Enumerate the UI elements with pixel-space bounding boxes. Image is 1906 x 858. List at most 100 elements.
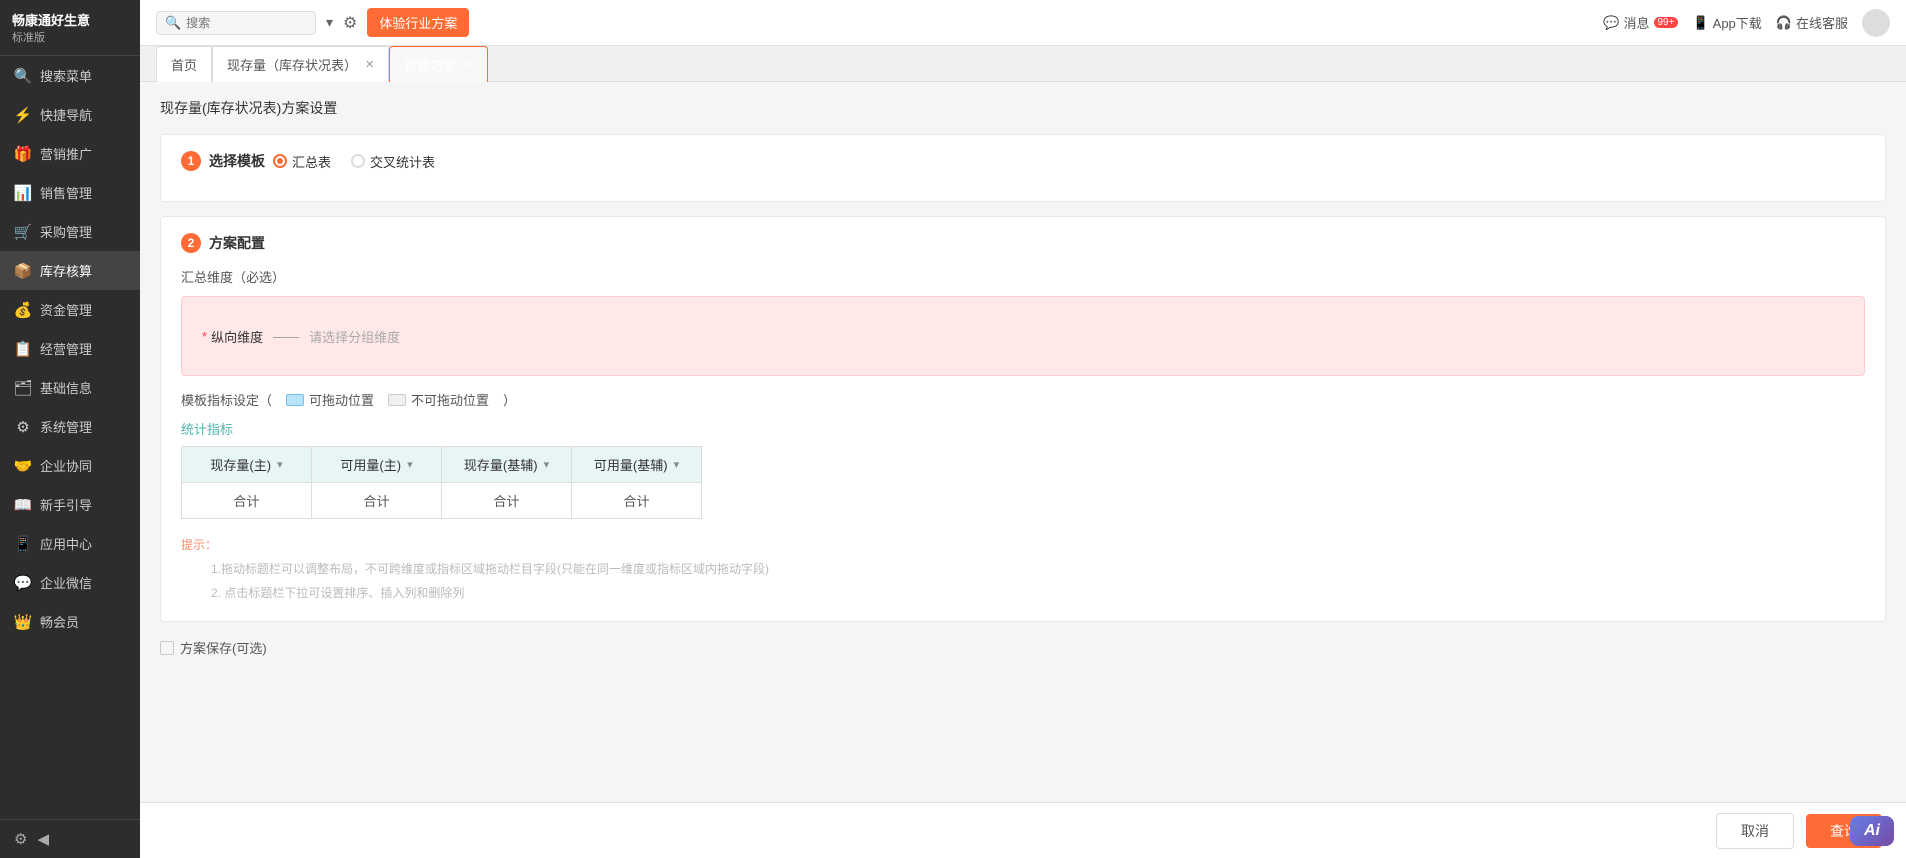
search-input[interactable]: [186, 16, 306, 30]
page-title: 现存量(库存状况表)方案设置: [160, 98, 1886, 118]
sidebar-footer: ⚙ ◀: [0, 819, 140, 858]
movable-indicator: 可拖动位置: [286, 390, 374, 409]
operations-icon: 📋: [14, 340, 32, 358]
radio-circle-summary: [273, 154, 287, 168]
sales-icon: 📊: [14, 184, 32, 202]
col-header-label: 现存量(基辅): [464, 455, 538, 474]
gear-icon[interactable]: ⚙: [343, 13, 357, 33]
col-summary-可用量(主): 合计: [312, 483, 442, 519]
sidebar-item-label-sales: 销售管理: [40, 183, 92, 202]
online-service-item[interactable]: 🎧 在线客服: [1776, 13, 1848, 32]
tips-title: 提示：: [181, 538, 217, 552]
save-checkbox[interactable]: [160, 641, 174, 655]
sidebar: 畅康通好生意 标准版 🔍 搜索菜单 ⚡ 快捷导航 🎁 营销推广 📊 销售管理 🛒…: [0, 0, 140, 858]
footer-bar: 取消 查询: [140, 802, 1906, 858]
purchase-icon: 🛒: [14, 223, 32, 241]
sidebar-item-label-system: 系统管理: [40, 417, 92, 436]
sidebar-item-operations[interactable]: 📋 经营管理: [0, 329, 140, 368]
sidebar-item-purchase[interactable]: 🛒 采购管理: [0, 212, 140, 251]
online-service-label: 在线客服: [1796, 13, 1848, 32]
settings-icon[interactable]: ⚙: [14, 830, 27, 848]
sidebar-item-enterprise-wechat[interactable]: 💬 企业微信: [0, 563, 140, 602]
sidebar-item-inventory[interactable]: 📦 库存核算: [0, 251, 140, 290]
fixed-label: 不可拖动位置: [411, 390, 489, 409]
tab-close-new-plan[interactable]: ✕: [464, 58, 473, 71]
trial-button[interactable]: 体验行业方案: [367, 8, 469, 37]
indicator-intro-label: 模板指标设定（: [181, 390, 272, 409]
radio-label-cross: 交叉统计表: [370, 152, 435, 171]
sidebar-item-marketing[interactable]: 🎁 营销推广: [0, 134, 140, 173]
tab-new-plan[interactable]: 新建方案✕: [389, 46, 488, 82]
tips-section: 提示： 1.拖动标题栏可以调整布局，不可跨维度或指标区域拖动栏目字段(只能在同一…: [181, 533, 1865, 605]
tab-close-inventory[interactable]: ✕: [365, 58, 374, 71]
speaker-icon[interactable]: ◀: [37, 830, 49, 848]
sidebar-item-label-purchase: 采购管理: [40, 222, 92, 241]
col-header-可用量(基辅): 可用量(基辅) ▾: [572, 447, 702, 483]
dimension-field-label: 纵向维度: [211, 327, 263, 346]
message-icon: 💬: [1603, 15, 1619, 31]
tip-item-1: 2. 点击标题栏下拉可设置排序、插入列和删除列: [181, 581, 1865, 605]
dimension-label: 汇总维度（必选）: [181, 267, 1865, 286]
basic-info-icon: 🗂: [14, 379, 32, 397]
col-dropdown-arrow[interactable]: ▾: [407, 458, 413, 471]
movable-box: [286, 394, 304, 406]
radio-summary[interactable]: 汇总表: [273, 152, 331, 171]
col-header-现存量(基辅): 现存量(基辅) ▾: [442, 447, 572, 483]
col-header-label: 可用量(基辅): [594, 455, 668, 474]
sidebar-item-label-app-center: 应用中心: [40, 534, 92, 553]
sidebar-item-label-inventory: 库存核算: [40, 261, 92, 280]
sidebar-item-system[interactable]: ⚙ 系统管理: [0, 407, 140, 446]
sidebar-item-basic-info[interactable]: 🗂 基础信息: [0, 368, 140, 407]
tip-item-0: 1.拖动标题栏可以调整布局，不可跨维度或指标区域拖动栏目字段(只能在同一维度或指…: [181, 557, 1865, 581]
tab-home[interactable]: 首页: [156, 46, 212, 82]
ai-badge[interactable]: Ai: [1850, 816, 1894, 846]
step2-badge: 2: [181, 233, 201, 253]
sidebar-item-new-guide[interactable]: 📖 新手引导: [0, 485, 140, 524]
inventory-icon: 📦: [14, 262, 32, 280]
sidebar-item-label-basic-info: 基础信息: [40, 378, 92, 397]
sidebar-item-label-member: 畅会员: [40, 612, 79, 631]
dropdown-icon[interactable]: ▾: [326, 14, 333, 31]
sidebar-item-app-center[interactable]: 📱 应用中心: [0, 524, 140, 563]
content-area: 现存量(库存状况表)方案设置 1 选择模板 汇总表 交叉统计表 2 方案配置 汇…: [140, 82, 1906, 802]
sidebar-item-member[interactable]: 👑 畅会员: [0, 602, 140, 641]
step2-title: 方案配置: [209, 233, 265, 253]
col-dropdown-arrow[interactable]: ▾: [277, 458, 283, 471]
radio-label-summary: 汇总表: [292, 152, 331, 171]
sidebar-item-label-new-guide: 新手引导: [40, 495, 92, 514]
search-box[interactable]: 🔍: [156, 11, 316, 35]
col-dropdown-arrow[interactable]: ▾: [544, 458, 550, 471]
col-summary-现存量(基辅): 合计: [442, 483, 572, 519]
cancel-button[interactable]: 取消: [1716, 813, 1794, 849]
dimension-area[interactable]: * 纵向维度 —— 请选择分组维度: [181, 296, 1865, 376]
indicator-close: ）: [503, 390, 516, 409]
tab-inventory[interactable]: 现存量（库存状况表）✕: [212, 46, 389, 82]
radio-cross[interactable]: 交叉统计表: [351, 152, 435, 171]
fixed-box: [388, 394, 406, 406]
radio-circle-cross: [351, 154, 365, 168]
sidebar-item-cooperation[interactable]: 🤝 企业协同: [0, 446, 140, 485]
sidebar-item-sales[interactable]: 📊 销售管理: [0, 173, 140, 212]
col-header-label: 可用量(主): [340, 455, 401, 474]
required-mark: *: [202, 329, 207, 344]
step1-header: 1 选择模板 汇总表 交叉统计表: [181, 151, 1865, 171]
topbar: 🔍 ▾ ⚙ 体验行业方案 💬 消息 99+ 📱 App下载 🎧 在线客服: [140, 0, 1906, 46]
search-icon: 🔍: [165, 15, 181, 31]
sidebar-item-finance[interactable]: 💰 资金管理: [0, 290, 140, 329]
fixed-indicator: 不可拖动位置: [388, 390, 489, 409]
app-name: 畅康通好生意: [12, 10, 128, 29]
enterprise-wechat-icon: 💬: [14, 574, 32, 592]
finance-icon: 💰: [14, 301, 32, 319]
message-item[interactable]: 💬 消息 99+: [1603, 13, 1678, 32]
col-dropdown-arrow[interactable]: ▾: [674, 458, 680, 471]
stats-table: 现存量(主) ▾ 可用量(主) ▾ 现存量(基辅) ▾ 可用量(基辅) ▾ 合计…: [181, 446, 702, 519]
sidebar-item-quick-nav[interactable]: ⚡ 快捷导航: [0, 95, 140, 134]
sidebar-item-search-menu[interactable]: 🔍 搜索菜单: [0, 56, 140, 95]
app-download-item[interactable]: 📱 App下载: [1692, 13, 1761, 32]
message-badge: 99+: [1654, 17, 1679, 28]
col-summary-现存量(主): 合计: [182, 483, 312, 519]
tab-label-home: 首页: [171, 55, 197, 74]
template-indicators: 模板指标设定（ 可拖动位置 不可拖动位置 ）: [181, 390, 1865, 409]
dimension-placeholder: 请选择分组维度: [309, 327, 400, 346]
avatar[interactable]: [1862, 9, 1890, 37]
